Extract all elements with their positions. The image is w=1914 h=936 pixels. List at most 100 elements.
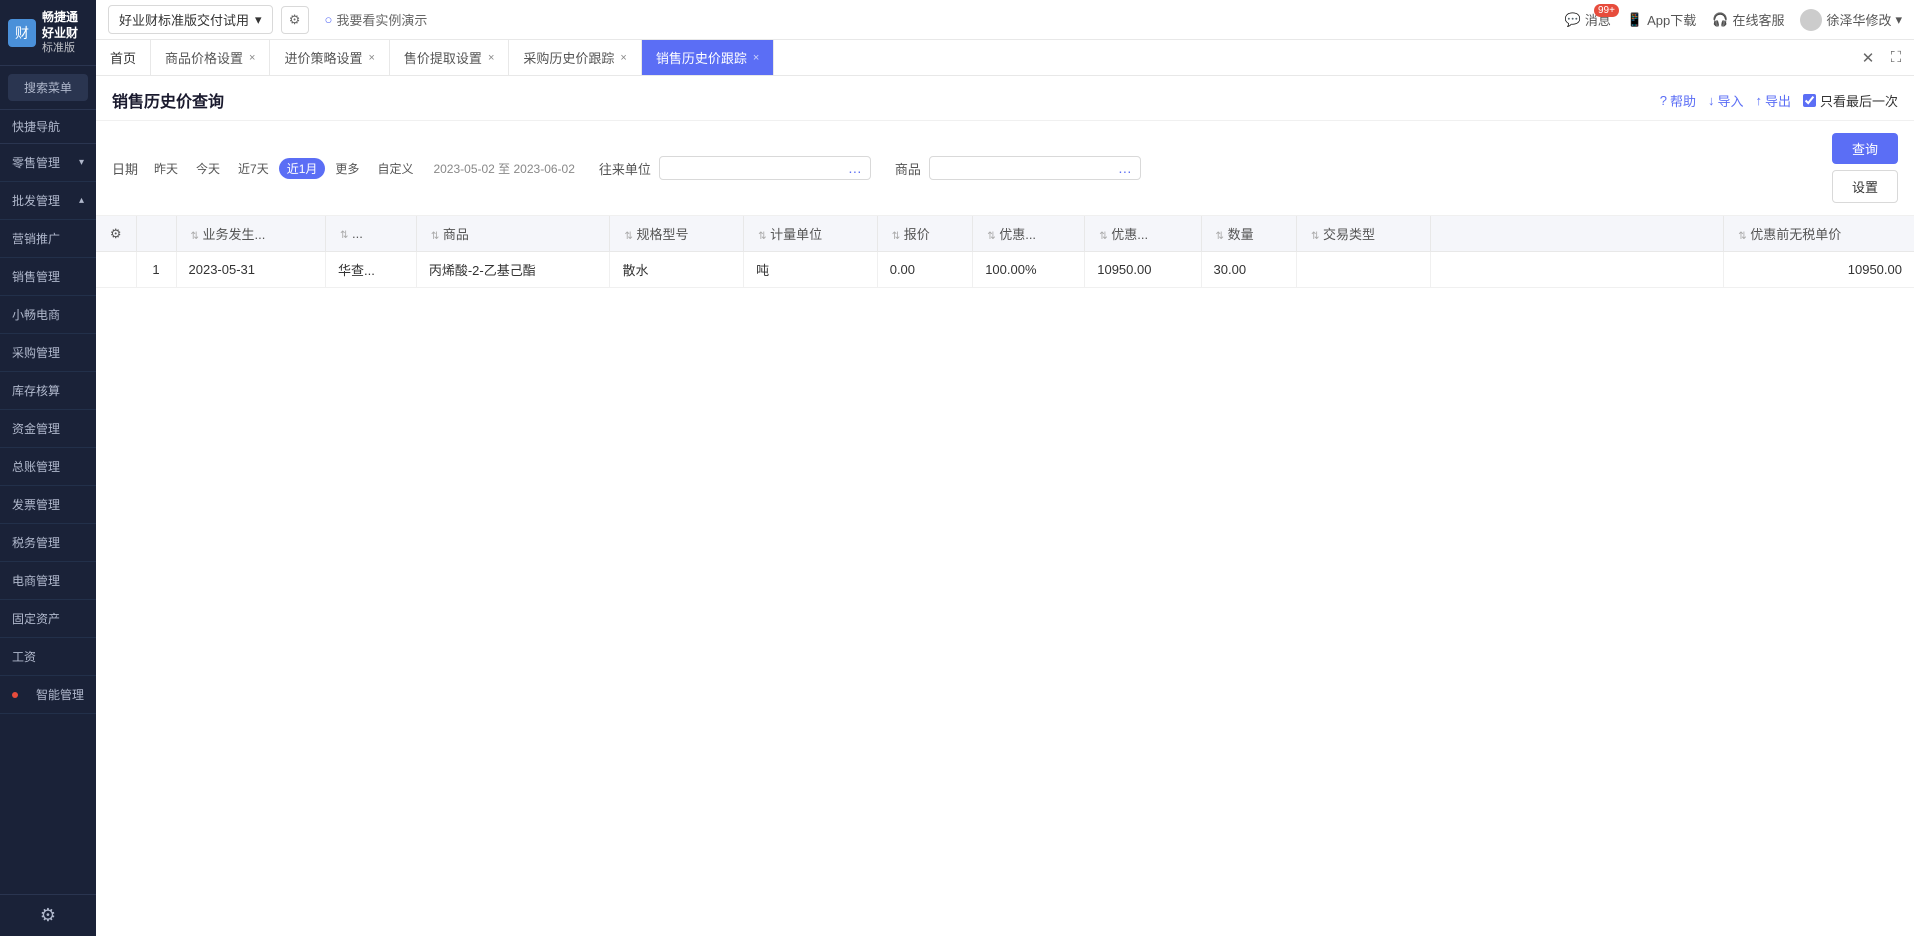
search-menu-button[interactable]: 搜索菜单 — [8, 74, 88, 101]
sidebar-item-payroll[interactable]: 工资 — [0, 638, 96, 676]
close-icon[interactable]: × — [249, 52, 255, 64]
import-link[interactable]: ↓ 导入 — [1708, 91, 1744, 110]
only-last-checkbox[interactable] — [1803, 94, 1816, 107]
sidebar-item-label: 营销推广 — [12, 230, 60, 247]
close-icon[interactable]: × — [488, 52, 494, 64]
sidebar-item-capital[interactable]: 资金管理 — [0, 410, 96, 448]
tab-purchase-strategy-label: 进价策略设置 — [284, 48, 362, 67]
tab-purchase-strategy[interactable]: 进价策略设置 × — [270, 40, 389, 75]
product-input[interactable] — [938, 161, 1114, 176]
td-unit: 吨 — [744, 252, 878, 288]
date-yesterday-btn[interactable]: 昨天 — [146, 158, 186, 179]
app-version: 标准版 — [42, 41, 88, 55]
app-logo: 财 畅捷通好业财 标准版 — [0, 0, 96, 66]
sidebar-item-ledger[interactable]: 总账管理 — [0, 448, 96, 486]
th-discount-rate[interactable]: ⇅ 优惠... — [973, 216, 1085, 252]
tab-sale-price[interactable]: 售价提取设置 × — [390, 40, 509, 75]
help-link[interactable]: ? 帮助 — [1660, 91, 1696, 110]
td-spacer — [1430, 252, 1724, 288]
data-table: ⚙ ⇅ 业务发生... ⇅ ... — [96, 216, 1914, 288]
sidebar-item-smart-mgmt[interactable]: 智能管理 — [0, 676, 96, 714]
top-bar-right: 💬 消息 99+ 📱 App下载 🎧 在线客服 徐泽华修改 ▾ — [1565, 9, 1902, 31]
date-label: 日期 — [112, 159, 138, 178]
export-link[interactable]: ↑ 导出 — [1755, 91, 1791, 110]
user-menu[interactable]: 徐泽华修改 ▾ — [1800, 9, 1902, 31]
settings-icon-button[interactable]: ⚙ — [281, 6, 309, 34]
th-discount-amt[interactable]: ⇅ 优惠... — [1085, 216, 1201, 252]
th-biz-date[interactable]: ⇅ 业务发生... — [176, 216, 326, 252]
th-unit[interactable]: ⇅ 计量单位 — [744, 216, 878, 252]
sort-icon: ⇅ — [1099, 231, 1107, 242]
product-label: 商品 — [895, 159, 921, 178]
gear-icon: ⚙ — [40, 905, 56, 925]
table-header-row: ⚙ ⇅ 业务发生... ⇅ ... — [96, 216, 1914, 252]
question-icon: ? — [1660, 93, 1667, 108]
date-custom-btn[interactable]: 自定义 — [369, 158, 421, 179]
demo-link[interactable]: ○ 我要看实例演示 — [325, 10, 428, 29]
date-range-display: 2023-05-02 至 2023-06-02 — [433, 160, 574, 177]
product-dots-btn[interactable]: … — [1118, 160, 1132, 176]
sidebar-item-inventory[interactable]: 库存核算 — [0, 372, 96, 410]
sidebar-item-label: 工资 — [12, 648, 36, 665]
quick-nav[interactable]: 快捷导航 — [0, 110, 96, 144]
close-tab-button[interactable]: ✕ — [1854, 44, 1882, 72]
close-icon[interactable]: × — [368, 52, 374, 64]
source-dots-btn[interactable]: … — [848, 160, 862, 176]
only-last-checkbox-label[interactable]: 只看最后一次 — [1803, 91, 1898, 110]
th-pre-tax-price[interactable]: ⇅ 优惠前无税单价 — [1724, 216, 1914, 252]
th-more[interactable]: ⇅ ... — [326, 216, 417, 252]
close-icon[interactable]: × — [620, 52, 626, 64]
td-quantity: 30.00 — [1201, 252, 1296, 288]
online-service-button[interactable]: 🎧 在线客服 — [1712, 10, 1784, 29]
sidebar-item-label: 智能管理 — [36, 686, 84, 703]
sidebar-item-tax[interactable]: 税务管理 — [0, 524, 96, 562]
page-header: 销售历史价查询 ? 帮助 ↓ 导入 ↑ 导出 — [96, 76, 1914, 121]
sidebar-item-invoice[interactable]: 发票管理 — [0, 486, 96, 524]
gear-icon: ⚙ — [110, 226, 122, 241]
maximize-button[interactable]: ⛶ — [1882, 44, 1910, 72]
th-gear[interactable]: ⚙ — [96, 216, 136, 252]
app-name: 畅捷通好业财 — [42, 10, 88, 41]
settings-button[interactable]: 设置 — [1832, 170, 1898, 203]
td-discount-amt: 10950.00 — [1085, 252, 1201, 288]
gear-icon: ⚙ — [289, 12, 301, 28]
table-row: 1 2023-05-31 华查... 丙烯酸-2-乙基己酯 散水 吨 0.00 … — [96, 252, 1914, 288]
page-header-actions: ? 帮助 ↓ 导入 ↑ 导出 只看最后一次 — [1660, 91, 1898, 110]
date-last-month-btn[interactable]: 近1月 — [279, 158, 326, 179]
date-more-btn[interactable]: 更多 — [327, 158, 367, 179]
sort-icon: ⇅ — [758, 231, 766, 242]
tab-sale-history[interactable]: 销售历史价跟踪 × — [642, 40, 774, 75]
sidebar-settings-button[interactable]: ⚙ — [0, 894, 96, 936]
tab-home[interactable]: 首页 — [96, 40, 151, 75]
date-last7-btn[interactable]: 近7天 — [230, 158, 277, 179]
source-input[interactable] — [668, 161, 844, 176]
td-quoted-price: 0.00 — [877, 252, 972, 288]
th-product[interactable]: ⇅ 商品 — [416, 216, 610, 252]
sidebar-item-retail[interactable]: 零售管理 ▾ — [0, 144, 96, 182]
sidebar-item-wholesale[interactable]: 批发管理 ▴ — [0, 182, 96, 220]
date-today-btn[interactable]: 今天 — [188, 158, 228, 179]
user-name: 徐泽华修改 — [1826, 10, 1891, 29]
messages-button[interactable]: 💬 消息 99+ — [1565, 10, 1611, 29]
chevron-up-icon: ▴ — [79, 195, 84, 206]
td-gear — [96, 252, 136, 288]
close-icon[interactable]: × — [753, 52, 759, 64]
sidebar-item-marketing[interactable]: 营销推广 — [0, 220, 96, 258]
sidebar-item-purchase[interactable]: 采购管理 — [0, 334, 96, 372]
th-spec[interactable]: ⇅ 规格型号 — [610, 216, 744, 252]
sidebar-item-ecommerce[interactable]: 小畅电商 — [0, 296, 96, 334]
tab-purchase-history[interactable]: 采购历史价跟踪 × — [509, 40, 641, 75]
app-download-button[interactable]: 📱 App下载 — [1627, 10, 1696, 29]
sidebar-item-fixed-assets[interactable]: 固定资产 — [0, 600, 96, 638]
th-quoted-price[interactable]: ⇅ 报价 — [877, 216, 972, 252]
td-biz-date: 2023-05-31 — [176, 252, 326, 288]
version-select[interactable]: 好业财标准版交付试用 ▾ — [108, 5, 273, 34]
sidebar-item-sales[interactable]: 销售管理 — [0, 258, 96, 296]
tab-product-price[interactable]: 商品价格设置 × — [151, 40, 270, 75]
th-quantity[interactable]: ⇅ 数量 — [1201, 216, 1296, 252]
query-button[interactable]: 查询 — [1832, 133, 1898, 164]
th-trade-type[interactable]: ⇅ 交易类型 — [1297, 216, 1431, 252]
sidebar-search-section: 搜索菜单 — [0, 66, 96, 110]
sidebar-item-ec-mgmt[interactable]: 电商管理 — [0, 562, 96, 600]
td-index: 1 — [136, 252, 176, 288]
